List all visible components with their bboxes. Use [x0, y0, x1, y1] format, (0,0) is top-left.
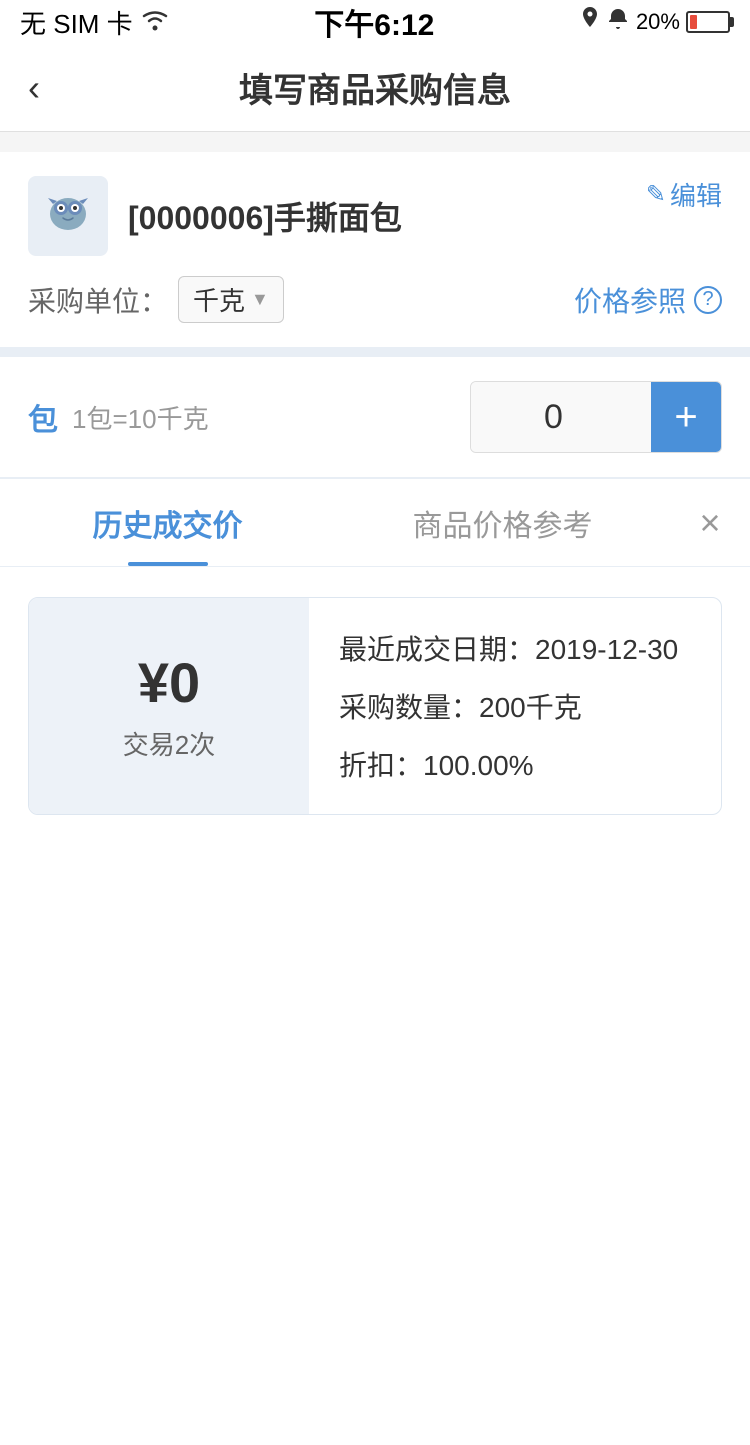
- nav-bar: ‹ 填写商品采购信息: [0, 44, 750, 132]
- currency-symbol: ¥: [138, 651, 169, 714]
- product-unit-row: 采购单位： 千克 ▼ 价格参照 ?: [28, 276, 722, 323]
- package-unit-label: 包: [28, 395, 58, 439]
- back-button[interactable]: ‹: [28, 67, 40, 109]
- edit-button[interactable]: ✎ 编辑: [646, 176, 722, 213]
- history-price-value: ¥0: [138, 650, 200, 715]
- quantity-row: 包 1包=10千克 +: [0, 357, 750, 477]
- product-card: [0000006]手撕面包 ✎ 编辑 采购单位： 千克 ▼ 价格参照 ?: [0, 152, 750, 347]
- product-thumbnail: [28, 176, 108, 256]
- status-right: 20%: [580, 7, 730, 37]
- unit-select[interactable]: 千克 ▼: [178, 276, 284, 323]
- package-conversion: 1包=10千克: [72, 399, 209, 436]
- tab-price-reference-label: 商品价格参考: [413, 501, 593, 545]
- status-left: 无 SIM 卡: [20, 4, 169, 41]
- help-icon: ?: [694, 286, 722, 314]
- purchase-quantity-label: 采购数量：: [339, 692, 479, 723]
- carrier-text: 无 SIM 卡: [20, 4, 133, 41]
- price-number: 0: [169, 651, 200, 714]
- tab-price-reference[interactable]: 商品价格参考: [335, 479, 670, 566]
- product-header: [0000006]手撕面包 ✎ 编辑: [28, 176, 722, 256]
- tab-history-price-label: 历史成交价: [93, 501, 243, 545]
- recent-date-value: 2019-12-30: [535, 634, 678, 665]
- bottom-panel: 历史成交价 商品价格参考 × ¥0 交易2次 最近成交日期：2019-12-30…: [0, 477, 750, 845]
- price-reference-button[interactable]: 价格参照 ?: [574, 280, 722, 320]
- tab-content: ¥0 交易2次 最近成交日期：2019-12-30 采购数量：200千克 折扣：…: [0, 567, 750, 845]
- battery-percentage: 20%: [636, 9, 680, 35]
- history-price-card: ¥0 交易2次 最近成交日期：2019-12-30 采购数量：200千克 折扣：…: [28, 597, 722, 815]
- close-icon: ×: [699, 502, 720, 544]
- panel-close-button[interactable]: ×: [670, 502, 750, 544]
- product-logo-icon: [43, 186, 93, 246]
- tab-bar: 历史成交价 商品价格参考 ×: [0, 479, 750, 567]
- purchase-quantity-row: 采购数量：200千克: [339, 686, 691, 726]
- discount-label: 折扣：: [339, 750, 423, 781]
- time-display: 下午6:12: [314, 0, 434, 44]
- quantity-input[interactable]: [471, 382, 651, 452]
- page-background: [0, 845, 750, 1445]
- product-left: [0000006]手撕面包: [28, 176, 402, 256]
- quantity-plus-button[interactable]: +: [651, 382, 721, 452]
- discount-value: 100.00%: [423, 750, 534, 781]
- wifi-icon: [141, 7, 169, 38]
- location-icon: [580, 7, 600, 37]
- product-name: [0000006]手撕面包: [128, 193, 402, 239]
- tab-history-price[interactable]: 历史成交价: [0, 479, 335, 566]
- page-title: 填写商品采购信息: [239, 63, 511, 112]
- purchase-quantity-value: 200千克: [479, 692, 582, 723]
- status-bar: 无 SIM 卡 下午6:12 20%: [0, 0, 750, 44]
- history-price-right: 最近成交日期：2019-12-30 采购数量：200千克 折扣：100.00%: [309, 598, 721, 814]
- price-ref-label: 价格参照: [574, 280, 686, 320]
- unit-value: 千克: [193, 281, 245, 318]
- quantity-left: 包 1包=10千克: [28, 395, 209, 439]
- discount-row: 折扣：100.00%: [339, 744, 691, 784]
- battery-icon: [686, 11, 730, 33]
- alarm-icon: [606, 7, 630, 37]
- edit-icon: ✎: [646, 180, 666, 209]
- edit-label: 编辑: [670, 176, 722, 213]
- chevron-down-icon: ▼: [251, 289, 269, 310]
- recent-date-label: 最近成交日期：: [339, 634, 535, 665]
- history-price-left: ¥0 交易2次: [29, 598, 309, 814]
- quantity-control: +: [470, 381, 722, 453]
- section-divider: [0, 347, 750, 357]
- recent-date-row: 最近成交日期：2019-12-30: [339, 628, 691, 668]
- transaction-count: 交易2次: [123, 725, 215, 762]
- unit-label: 采购单位：: [28, 280, 168, 320]
